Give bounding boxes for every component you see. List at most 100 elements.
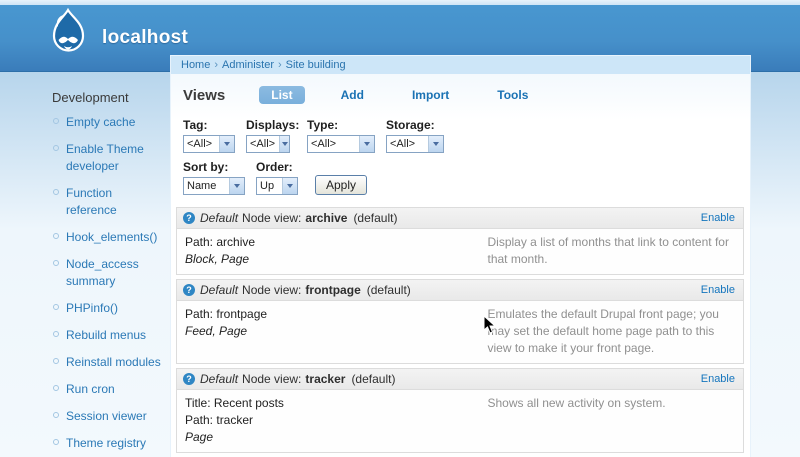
sidebar-item-empty-cache[interactable]: Empty cache xyxy=(53,114,162,131)
view-kind: Node view: xyxy=(242,211,302,225)
circle-bullet-icon xyxy=(53,439,59,445)
view-name: archive xyxy=(305,211,348,225)
view-row-body: Path: frontpage Feed, Page Emulates the … xyxy=(177,301,743,363)
displays-filter-select[interactable]: <All> xyxy=(246,135,290,153)
sort-by-select[interactable]: Name xyxy=(183,177,245,195)
breadcrumb-site-building[interactable]: Site building xyxy=(286,59,346,71)
breadcrumb-separator: › xyxy=(214,59,219,71)
sidebar-item-reinstall-modules[interactable]: Reinstall modules xyxy=(53,354,162,371)
circle-bullet-icon xyxy=(53,189,59,195)
circle-bullet-icon xyxy=(53,385,59,391)
tab-add[interactable]: Add xyxy=(329,86,376,104)
view-type: Default xyxy=(200,372,239,386)
view-suffix: (default) xyxy=(353,211,398,225)
view-type: Default xyxy=(200,283,239,297)
view-path: Path: archive xyxy=(185,235,256,249)
view-suffix: (default) xyxy=(366,283,411,297)
view-row-tracker: ? Default Node view: tracker (default) E… xyxy=(176,368,744,453)
page-title: Views xyxy=(183,86,226,104)
view-row-body: Path: archive Block, Page Display a list… xyxy=(177,229,743,274)
circle-bullet-icon xyxy=(53,358,59,364)
views-list: ? Default Node view: archive (default) E… xyxy=(176,207,744,453)
breadcrumb: Home › Administer › Site building xyxy=(171,55,750,74)
view-path: Path: frontpage xyxy=(185,307,268,321)
view-row-frontpage: ? Default Node view: frontpage (default)… xyxy=(176,279,744,364)
storage-filter-label: Storage: xyxy=(386,118,435,132)
page-content: Views List Add Import Tools Tag: <All> D… xyxy=(171,74,750,457)
circle-bullet-icon xyxy=(53,412,59,418)
sidebar: Development Empty cache Enable Theme dev… xyxy=(0,73,170,457)
tag-filter-label: Tag: xyxy=(183,118,208,132)
enable-link[interactable]: Enable xyxy=(701,373,735,385)
dropdown-arrow-icon xyxy=(229,178,244,194)
type-filter-select[interactable]: <All> xyxy=(307,135,375,153)
view-name: tracker xyxy=(305,372,346,386)
view-row-archive: ? Default Node view: archive (default) E… xyxy=(176,207,744,275)
view-displays: Feed, Page xyxy=(185,324,248,338)
filters: Tag: <All> Displays: <All> Type: <All> S… xyxy=(171,112,750,205)
breadcrumb-separator: › xyxy=(277,59,282,71)
view-title: Title: Recent posts xyxy=(185,396,284,410)
view-kind: Node view: xyxy=(242,283,302,297)
screen: localhost Development Empty cache Enable… xyxy=(0,0,800,457)
view-row-header: ? Default Node view: tracker (default) E… xyxy=(177,369,743,390)
view-displays: Block, Page xyxy=(185,252,250,266)
sidebar-item-session-viewer[interactable]: Session viewer xyxy=(53,408,162,425)
help-icon[interactable]: ? xyxy=(183,284,195,296)
main-panel: Home › Administer › Site building Views List… xyxy=(170,55,751,457)
order-label: Order: xyxy=(256,160,293,174)
view-type: Default xyxy=(200,211,239,225)
sidebar-section-development: Development xyxy=(52,90,129,105)
sidebar-item-function-reference[interactable]: Function reference xyxy=(53,185,162,219)
tab-list[interactable]: List xyxy=(259,86,305,104)
drupal-logo-icon xyxy=(52,8,85,52)
tab-import[interactable]: Import xyxy=(400,86,461,104)
tag-filter-select[interactable]: <All> xyxy=(183,135,235,153)
tabs-row: Views List Add Import Tools xyxy=(171,82,750,112)
help-icon[interactable]: ? xyxy=(183,212,195,224)
circle-bullet-icon xyxy=(53,233,59,239)
view-description: Emulates the default Drupal front page; … xyxy=(487,307,719,355)
displays-filter-label: Displays: xyxy=(246,118,300,132)
view-kind: Node view: xyxy=(242,372,302,386)
sidebar-item-run-cron[interactable]: Run cron xyxy=(53,381,162,398)
type-filter-label: Type: xyxy=(307,118,339,132)
sort-by-label: Sort by: xyxy=(183,160,229,174)
sidebar-item-theme-registry[interactable]: Theme registry xyxy=(53,435,162,452)
breadcrumb-home[interactable]: Home xyxy=(181,59,210,71)
storage-filter-select[interactable]: <All> xyxy=(386,135,444,153)
circle-bullet-icon xyxy=(53,118,59,124)
view-displays: Page xyxy=(185,430,214,444)
view-suffix: (default) xyxy=(351,372,396,386)
view-path: Path: tracker xyxy=(185,413,254,427)
dropdown-arrow-icon xyxy=(282,178,297,194)
sidebar-item-enable-theme-developer[interactable]: Enable Theme developer xyxy=(53,141,162,175)
dropdown-arrow-icon xyxy=(359,136,374,152)
dropdown-arrow-icon xyxy=(428,136,443,152)
view-description: Display a list of months that link to co… xyxy=(487,235,729,266)
mouse-cursor xyxy=(483,315,496,334)
enable-link[interactable]: Enable xyxy=(701,284,735,296)
circle-bullet-icon xyxy=(53,304,59,310)
view-row-header: ? Default Node view: frontpage (default)… xyxy=(177,280,743,301)
circle-bullet-icon xyxy=(53,260,59,266)
view-name: frontpage xyxy=(305,283,361,297)
sidebar-item-rebuild-menus[interactable]: Rebuild menus xyxy=(53,327,162,344)
dropdown-arrow-icon xyxy=(279,136,289,152)
site-name: localhost xyxy=(102,27,189,48)
apply-button[interactable]: Apply xyxy=(315,175,368,195)
enable-link[interactable]: Enable xyxy=(701,212,735,224)
circle-bullet-icon xyxy=(53,331,59,337)
breadcrumb-administer[interactable]: Administer xyxy=(222,59,274,71)
circle-bullet-icon xyxy=(53,145,59,151)
view-row-header: ? Default Node view: archive (default) E… xyxy=(177,208,743,229)
tab-tools[interactable]: Tools xyxy=(485,86,540,104)
sidebar-item-hook-elements[interactable]: Hook_elements() xyxy=(53,229,162,246)
help-icon[interactable]: ? xyxy=(183,373,195,385)
dropdown-arrow-icon xyxy=(219,136,234,152)
order-select[interactable]: Up xyxy=(256,177,298,195)
sidebar-item-phpinfo[interactable]: PHPinfo() xyxy=(53,300,162,317)
view-description: Shows all new activity on system. xyxy=(487,396,666,410)
sidebar-item-node-access-summary[interactable]: Node_access summary xyxy=(53,256,162,290)
view-row-body: Title: Recent posts Path: tracker Page S… xyxy=(177,390,743,452)
